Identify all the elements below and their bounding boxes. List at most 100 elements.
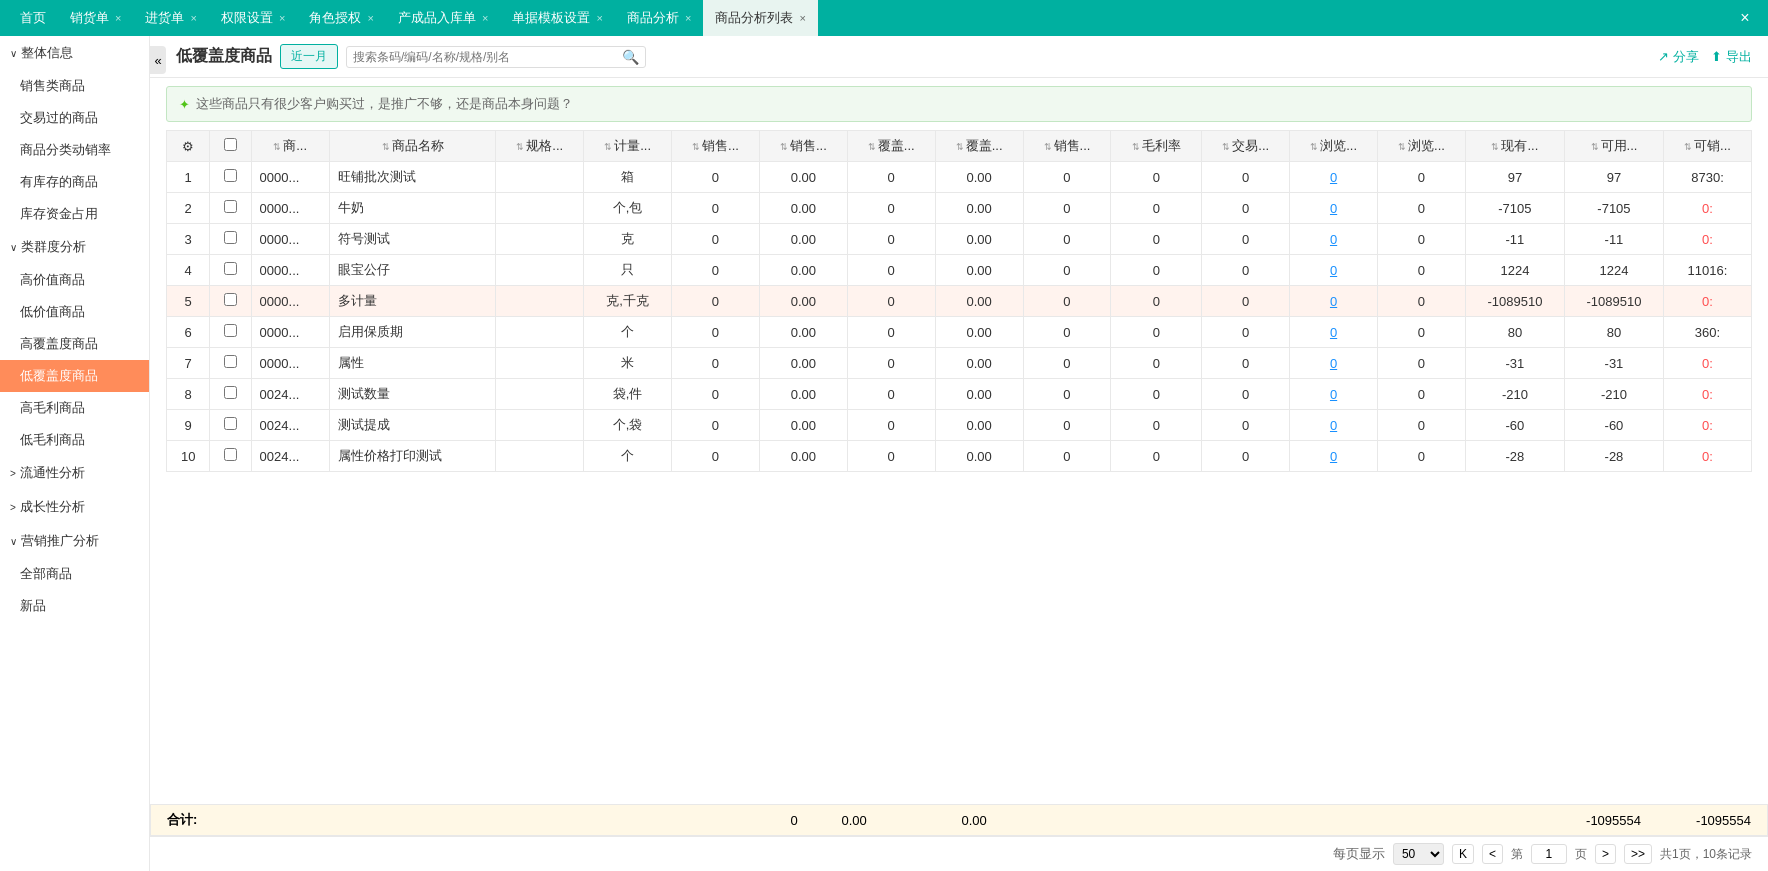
- sidebar-section-cluster[interactable]: ∨ 类群度分析: [0, 230, 149, 264]
- col-sales-qty[interactable]: ⇅销售...: [672, 131, 760, 162]
- row-browse1[interactable]: 0: [1290, 317, 1378, 348]
- row-browse1[interactable]: 0: [1290, 162, 1378, 193]
- nav-close-purchase[interactable]: ×: [187, 12, 196, 24]
- sidebar-item-category-rate[interactable]: 商品分类动销率: [0, 134, 149, 166]
- row-checkbox[interactable]: [210, 317, 251, 348]
- row-checkbox[interactable]: [210, 441, 251, 472]
- sidebar-item-high-coverage[interactable]: 高覆盖度商品: [0, 328, 149, 360]
- col-sales3[interactable]: ⇅销售...: [1023, 131, 1111, 162]
- nav-item-product[interactable]: 产成品入库单 ×: [386, 0, 500, 36]
- table-container[interactable]: ⚙ ⇅商... ⇅商品名称 ⇅规格... ⇅计量... ⇅销售... ⇅销售..…: [166, 130, 1752, 804]
- search-input[interactable]: [353, 50, 622, 64]
- row-select-checkbox[interactable]: [224, 262, 237, 275]
- row-select-checkbox[interactable]: [224, 293, 237, 306]
- sidebar-item-low-coverage[interactable]: 低覆盖度商品: [0, 360, 149, 392]
- nav-item-permission[interactable]: 权限设置 ×: [209, 0, 297, 36]
- sidebar-item-low-margin[interactable]: 低毛利商品: [0, 424, 149, 456]
- row-checkbox[interactable]: [210, 224, 251, 255]
- row-checkbox[interactable]: [210, 348, 251, 379]
- row-checkbox[interactable]: [210, 410, 251, 441]
- nav-close-permission[interactable]: ×: [276, 12, 285, 24]
- row-stock-available: -1089510: [1564, 286, 1663, 317]
- sidebar-item-low-value[interactable]: 低价值商品: [0, 296, 149, 328]
- row-browse1[interactable]: 0: [1290, 255, 1378, 286]
- row-select-checkbox[interactable]: [224, 169, 237, 182]
- last-page-button[interactable]: >>: [1624, 844, 1652, 864]
- select-all-checkbox[interactable]: [224, 138, 237, 151]
- export-button[interactable]: ⬆ 导出: [1711, 48, 1752, 66]
- row-select-checkbox[interactable]: [224, 417, 237, 430]
- col-browse1[interactable]: ⇅浏览...: [1290, 131, 1378, 162]
- col-spec[interactable]: ⇅规格...: [496, 131, 584, 162]
- row-browse1[interactable]: 0: [1290, 348, 1378, 379]
- sidebar-item-new-goods[interactable]: 新品: [0, 590, 149, 622]
- col-sales-amt[interactable]: ⇅销售...: [759, 131, 847, 162]
- sidebar-collapse-btn[interactable]: «: [150, 46, 166, 74]
- nav-item-goods-analysis[interactable]: 商品分析 ×: [615, 0, 703, 36]
- nav-item-home[interactable]: 首页: [8, 0, 58, 36]
- col-code[interactable]: ⇅商...: [251, 131, 329, 162]
- col-stock-sell[interactable]: ⇅可销...: [1663, 131, 1751, 162]
- col-transaction[interactable]: ⇅交易...: [1202, 131, 1290, 162]
- row-browse1[interactable]: 0: [1290, 224, 1378, 255]
- row-select-checkbox[interactable]: [224, 386, 237, 399]
- nav-close-goods-analysis[interactable]: ×: [682, 12, 691, 24]
- current-page-input[interactable]: [1531, 844, 1567, 864]
- col-setting[interactable]: ⚙: [167, 131, 210, 162]
- main-layout: ∨ 整体信息 销售类商品 交易过的商品 商品分类动销率 有库存的商品 库存资金占…: [0, 36, 1768, 871]
- row-select-checkbox[interactable]: [224, 231, 237, 244]
- row-browse1[interactable]: 0: [1290, 286, 1378, 317]
- row-checkbox[interactable]: [210, 255, 251, 286]
- next-page-button[interactable]: >: [1595, 844, 1616, 864]
- sidebar-item-high-margin[interactable]: 高毛利商品: [0, 392, 149, 424]
- prev-page-button[interactable]: <: [1482, 844, 1503, 864]
- sidebar-item-sales-goods[interactable]: 销售类商品: [0, 70, 149, 102]
- row-coverage1: 0: [847, 317, 935, 348]
- nav-close-template[interactable]: ×: [593, 12, 602, 24]
- nav-close-role[interactable]: ×: [364, 12, 373, 24]
- window-close-button[interactable]: ×: [1730, 3, 1760, 33]
- sidebar-section-overall[interactable]: ∨ 整体信息: [0, 36, 149, 70]
- nav-item-role[interactable]: 角色授权 ×: [297, 0, 385, 36]
- sidebar-section-marketing[interactable]: ∨ 营销推广分析: [0, 524, 149, 558]
- col-stock-available[interactable]: ⇅可用...: [1564, 131, 1663, 162]
- row-browse1[interactable]: 0: [1290, 441, 1378, 472]
- row-checkbox[interactable]: [210, 286, 251, 317]
- col-coverage1[interactable]: ⇅覆盖...: [847, 131, 935, 162]
- row-browse1[interactable]: 0: [1290, 193, 1378, 224]
- col-stock-current[interactable]: ⇅现有...: [1465, 131, 1564, 162]
- nav-item-sales[interactable]: 销货单 ×: [58, 0, 133, 36]
- share-button[interactable]: ↗ 分享: [1658, 48, 1699, 66]
- sidebar-item-high-value[interactable]: 高价值商品: [0, 264, 149, 296]
- col-checkbox[interactable]: [210, 131, 251, 162]
- col-coverage2[interactable]: ⇅覆盖...: [935, 131, 1023, 162]
- nav-close-goods-list[interactable]: ×: [796, 12, 805, 24]
- time-filter-button[interactable]: 近一月: [280, 44, 338, 69]
- row-checkbox[interactable]: [210, 379, 251, 410]
- page-size-select[interactable]: 50 100 200: [1393, 843, 1444, 865]
- row-checkbox[interactable]: [210, 162, 251, 193]
- row-select-checkbox[interactable]: [224, 200, 237, 213]
- nav-close-product[interactable]: ×: [479, 12, 488, 24]
- col-browse2[interactable]: ⇅浏览...: [1378, 131, 1466, 162]
- row-browse1[interactable]: 0: [1290, 410, 1378, 441]
- sidebar-item-stock-goods[interactable]: 有库存的商品: [0, 166, 149, 198]
- sidebar-section-flow[interactable]: > 流通性分析: [0, 456, 149, 490]
- sidebar-item-traded-goods[interactable]: 交易过的商品: [0, 102, 149, 134]
- row-select-checkbox[interactable]: [224, 448, 237, 461]
- sidebar-item-stock-capital[interactable]: 库存资金占用: [0, 198, 149, 230]
- col-unit[interactable]: ⇅计量...: [584, 131, 672, 162]
- row-select-checkbox[interactable]: [224, 355, 237, 368]
- nav-item-goods-list[interactable]: 商品分析列表 ×: [703, 0, 817, 36]
- nav-item-purchase[interactable]: 进货单 ×: [133, 0, 208, 36]
- row-select-checkbox[interactable]: [224, 324, 237, 337]
- row-checkbox[interactable]: [210, 193, 251, 224]
- sidebar-section-growth[interactable]: > 成长性分析: [0, 490, 149, 524]
- nav-item-template[interactable]: 单据模板设置 ×: [500, 0, 614, 36]
- nav-close-sales[interactable]: ×: [112, 12, 121, 24]
- col-margin[interactable]: ⇅毛利率: [1111, 131, 1202, 162]
- row-browse1[interactable]: 0: [1290, 379, 1378, 410]
- sidebar-item-all-goods[interactable]: 全部商品: [0, 558, 149, 590]
- first-page-button[interactable]: K: [1452, 844, 1474, 864]
- col-name[interactable]: ⇅商品名称: [329, 131, 496, 162]
